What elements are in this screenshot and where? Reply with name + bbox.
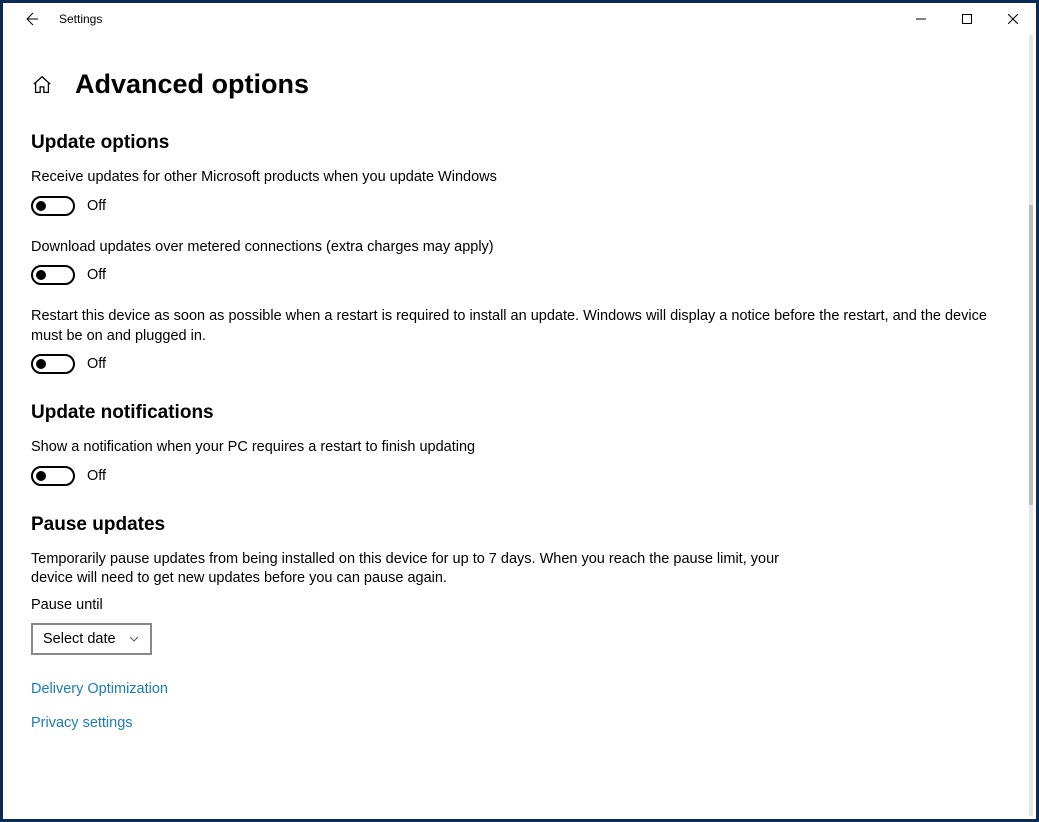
page-header: Advanced options [31,69,1008,100]
toggle-metered[interactable] [31,265,75,285]
titlebar-left: Settings [9,3,102,35]
toggle-row-notification: Off [31,466,1008,486]
setting-desc-notification: Show a notification when your PC require… [31,438,1006,458]
back-button[interactable] [9,3,53,35]
pause-until-label: Pause until [31,597,1008,613]
toggle-restart[interactable] [31,354,75,374]
page-title: Advanced options [75,69,309,100]
home-icon[interactable] [31,74,53,96]
section-title-update-notifications: Update notifications [31,402,1008,424]
window-controls [898,3,1036,35]
toggle-state-restart: Off [87,356,106,372]
link-delivery-optimization[interactable]: Delivery Optimization [31,681,1008,697]
minimize-button[interactable] [898,3,944,35]
toggle-knob [36,471,46,481]
content-area: Advanced options Update options Receive … [3,35,1036,769]
titlebar: Settings [3,3,1036,35]
close-icon [1008,14,1018,24]
link-privacy-settings[interactable]: Privacy settings [31,715,1008,731]
maximize-button[interactable] [944,3,990,35]
window-title: Settings [53,12,102,26]
toggle-row-receive-updates: Off [31,196,1008,216]
toggle-state-metered: Off [87,267,106,283]
setting-desc-restart: Restart this device as soon as possible … [31,307,1006,346]
section-title-update-options: Update options [31,132,1008,154]
minimize-icon [916,14,926,24]
setting-desc-receive-updates: Receive updates for other Microsoft prod… [31,168,1006,188]
pause-updates-desc: Temporarily pause updates from being ins… [31,550,821,589]
scrollbar[interactable] [1029,35,1033,816]
scrollbar-thumb[interactable] [1029,205,1033,505]
section-title-pause-updates: Pause updates [31,514,1008,536]
pause-date-select[interactable]: Select date [31,623,152,655]
toggle-state-receive-updates: Off [87,198,106,214]
close-button[interactable] [990,3,1036,35]
pause-date-value: Select date [43,631,116,647]
toggle-row-restart: Off [31,354,1008,374]
toggle-receive-updates[interactable] [31,196,75,216]
toggle-state-notification: Off [87,468,106,484]
toggle-knob [36,270,46,280]
toggle-knob [36,359,46,369]
chevron-down-icon [128,633,140,645]
maximize-icon [962,14,972,24]
toggle-row-metered: Off [31,265,1008,285]
toggle-notification[interactable] [31,466,75,486]
arrow-left-icon [23,11,39,27]
toggle-knob [36,201,46,211]
setting-desc-metered: Download updates over metered connection… [31,238,1006,258]
